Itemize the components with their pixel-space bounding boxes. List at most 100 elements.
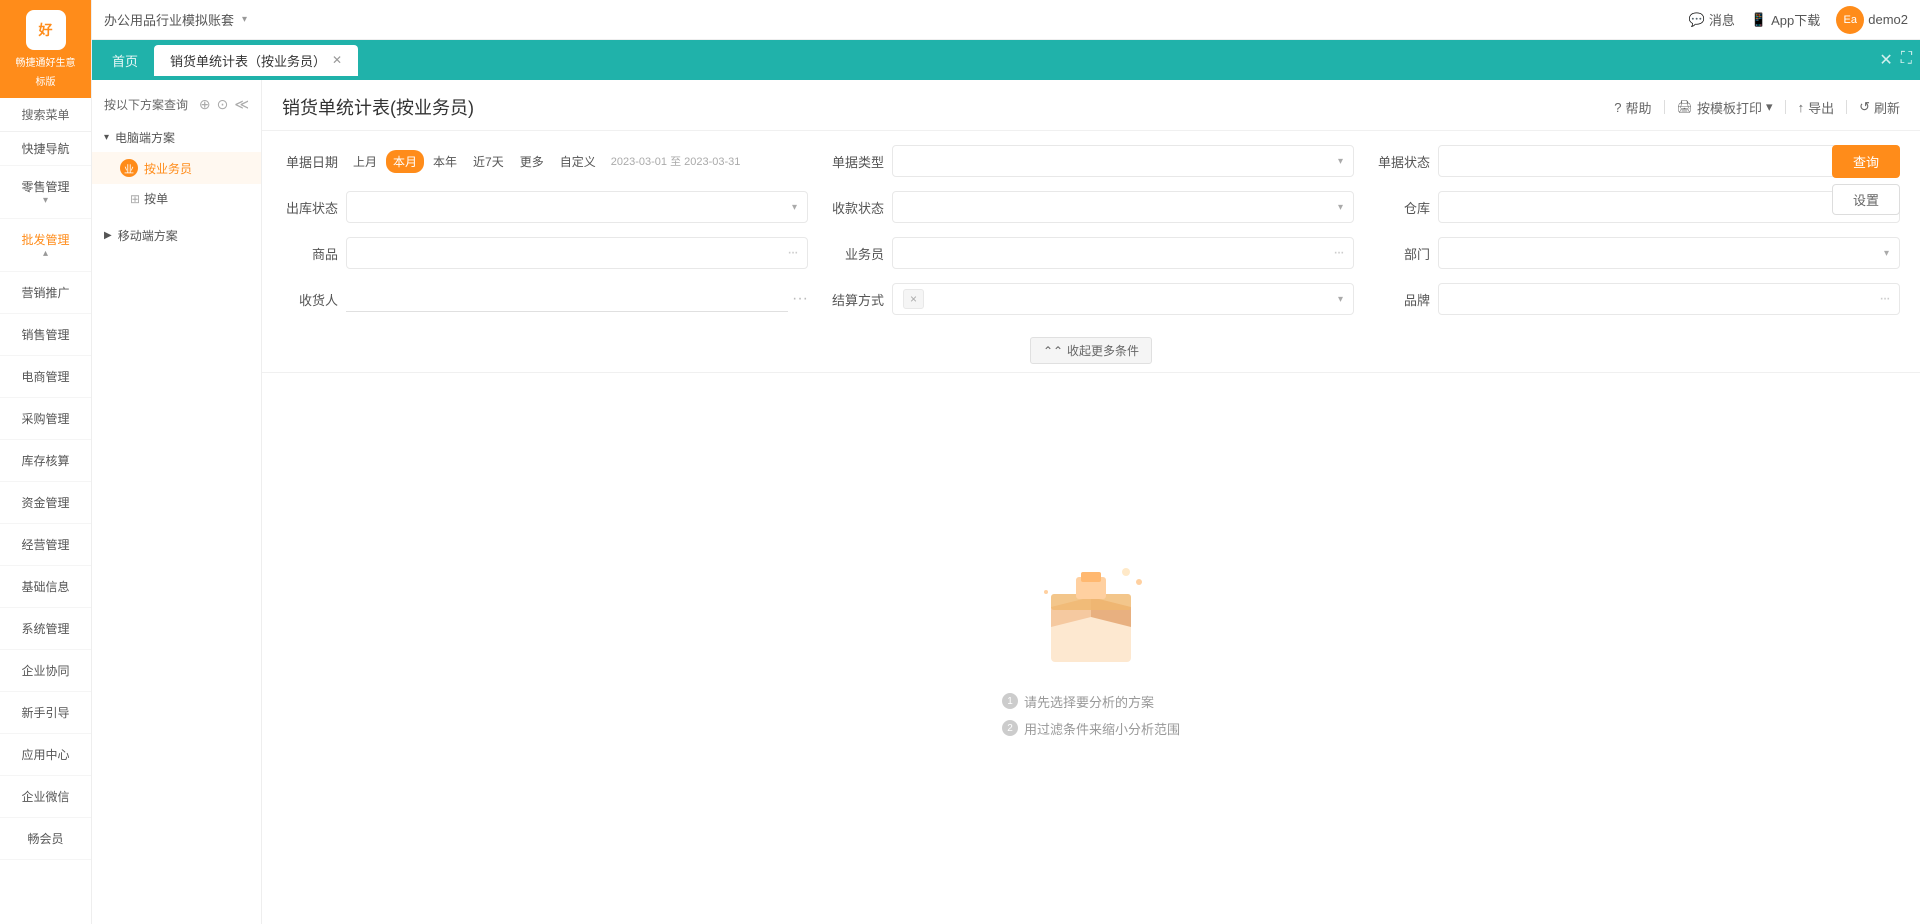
consignee-control[interactable] — [346, 287, 788, 312]
sidebar-item-sales[interactable]: 销售管理 — [0, 314, 91, 356]
main-area: 办公用品行业模拟账套 ▾ 💬 消息 📱 App下载 Ea demo2 首页 销货… — [92, 0, 1920, 924]
receipt-status-label: 收款状态 — [828, 198, 884, 217]
date-opt-last7[interactable]: 近7天 — [466, 150, 511, 173]
export-button[interactable]: ↑ 导出 — [1798, 98, 1835, 117]
sidebar-item-finance[interactable]: 资金管理 — [0, 482, 91, 524]
collapse-bar: ⌃⌃ 收起更多条件 — [262, 329, 1920, 373]
collapse-conditions-button[interactable]: ⌃⌃ 收起更多条件 — [1030, 337, 1152, 364]
search-menu-label[interactable]: 搜索菜单 — [6, 106, 85, 123]
sidebar-item-enterprise[interactable]: 企业协同 — [0, 650, 91, 692]
payment-label: 结算方式 — [828, 290, 884, 309]
dept-filter-item: 部门 ▾ — [1374, 237, 1900, 269]
date-opt-more[interactable]: 更多 — [513, 150, 551, 173]
salesman-filter-item: 业务员 ··· — [828, 237, 1354, 269]
sidebar-item-ecommerce[interactable]: 电商管理 — [0, 356, 91, 398]
sidebar-item-operation[interactable]: 经营管理 — [0, 524, 91, 566]
empty-svg — [1031, 552, 1151, 672]
salesman-control[interactable]: ··· — [892, 237, 1354, 269]
tab-sales-stat[interactable]: 销货单统计表（按业务员） ✕ — [154, 45, 358, 76]
export-label: 导出 — [1808, 98, 1834, 117]
topbar-left: 办公用品行业模拟账套 ▾ — [104, 10, 247, 29]
receipt-status-control[interactable]: ▾ — [892, 191, 1354, 223]
tab-home[interactable]: 首页 — [100, 45, 150, 76]
pc-plan-group-header[interactable]: ▾ 电脑端方案 — [92, 123, 261, 152]
settings-button[interactable]: 设置 — [1832, 184, 1900, 215]
sidebar-item-purchase[interactable]: 采购管理 — [0, 398, 91, 440]
payment-select[interactable]: × ▾ — [892, 283, 1354, 315]
payment-tag-clear-icon[interactable]: × — [910, 292, 917, 306]
date-opt-last-month[interactable]: 上月 — [346, 150, 384, 173]
app-download-button[interactable]: 📱 App下载 — [1751, 10, 1820, 29]
doc-status-control[interactable]: ▾ — [1438, 145, 1900, 177]
sidebar-item-basic[interactable]: 基础信息 — [0, 566, 91, 608]
sidebar-item-retail[interactable]: 零售管理 ▾ — [0, 166, 91, 219]
dept-control[interactable]: ▾ — [1438, 237, 1900, 269]
left-panel-title: 按以下方案查询 — [104, 96, 188, 113]
brand-select[interactable]: ··· — [1438, 283, 1900, 315]
receipt-status-select[interactable]: ▾ — [892, 191, 1354, 223]
goods-control[interactable]: ··· — [346, 237, 808, 269]
empty-illustration — [1031, 552, 1151, 672]
date-opt-custom[interactable]: 自定义 — [553, 150, 603, 173]
user-profile[interactable]: Ea demo2 — [1836, 6, 1908, 34]
breadcrumb-dropdown-icon[interactable]: ▾ — [242, 14, 247, 25]
sidebar-item-inventory[interactable]: 库存核算 — [0, 440, 91, 482]
consignee-label: 收货人 — [282, 290, 338, 309]
tab-sales-stat-label: 销货单统计表（按业务员） — [170, 51, 326, 70]
print-label: 按模板打印 — [1697, 98, 1762, 117]
doc-type-filter-item: 单据类型 ▾ — [828, 145, 1354, 177]
sidebar-item-newguide[interactable]: 新手引导 — [0, 692, 91, 734]
dept-label: 部门 — [1374, 244, 1430, 263]
sidebar-item-appcenter[interactable]: 应用中心 — [0, 734, 91, 776]
left-panel: 按以下方案查询 ⊕ ⊙ ≪ ▾ 电脑端方案 业 按业务员 ⊞ — [92, 80, 262, 924]
sidebar-item-member[interactable]: 畅会员 — [0, 818, 91, 860]
tab-close-window-icon[interactable]: ✕ — [1879, 50, 1892, 70]
warehouse-control[interactable]: ··· — [1438, 191, 1900, 223]
order-plan-icon: ⊞ — [130, 192, 140, 206]
dept-select[interactable]: ▾ — [1438, 237, 1900, 269]
add-plan-icon[interactable]: ⊕ — [199, 96, 211, 113]
sidebar-item-system[interactable]: 系统管理 — [0, 608, 91, 650]
doc-type-select[interactable]: ▾ — [892, 145, 1354, 177]
sidebar-item-marketing[interactable]: 营销推广 — [0, 272, 91, 314]
consignee-dots-icon[interactable]: ··· — [792, 290, 808, 308]
plan-item-by-order[interactable]: ⊞ 按单 — [92, 184, 261, 213]
doc-status-select[interactable]: ▾ — [1438, 145, 1900, 177]
warehouse-select[interactable]: ··· — [1438, 191, 1900, 223]
date-opt-this-year[interactable]: 本年 — [426, 150, 464, 173]
quick-nav[interactable]: 快捷导航 — [0, 132, 91, 166]
collapse-panel-icon[interactable]: ≪ — [234, 96, 249, 113]
date-filter-control: 上月 本月 本年 近7天 更多 自定义 2023-03-01 至 2023-03… — [346, 150, 808, 173]
action-separator-2 — [1785, 100, 1786, 114]
query-button[interactable]: 查询 — [1832, 145, 1900, 178]
out-status-select[interactable]: ▾ — [346, 191, 808, 223]
help-button[interactable]: ? 帮助 — [1614, 98, 1651, 117]
payment-control[interactable]: × ▾ — [892, 283, 1354, 315]
empty-hint-1: 1 请先选择要分析的方案 — [1002, 692, 1180, 711]
brand-control[interactable]: ··· — [1438, 283, 1900, 315]
consignee-input[interactable] — [346, 287, 788, 312]
mobile-plan-label: 移动端方案 — [118, 227, 178, 244]
page-actions: ? 帮助 🖨 按模板打印 ▾ ↑ 导出 — [1614, 98, 1900, 117]
settings-plan-icon[interactable]: ⊙ — [217, 96, 229, 113]
print-button[interactable]: 🖨 按模板打印 ▾ — [1677, 98, 1773, 117]
message-button[interactable]: 💬 消息 — [1689, 10, 1735, 29]
print-icon: 🖨 — [1677, 99, 1694, 115]
search-menu[interactable]: 搜索菜单 — [0, 98, 91, 132]
plan-item-by-salesman[interactable]: 业 按业务员 — [92, 152, 261, 184]
filter-container: 单据日期 上月 本月 本年 近7天 更多 自定义 2023-03-01 至 20… — [262, 131, 1920, 329]
sidebar-item-wholesale[interactable]: 批发管理 ▴ — [0, 219, 91, 272]
tab-maximize-icon[interactable]: ⛶ — [1901, 50, 1912, 70]
doc-type-control[interactable]: ▾ — [892, 145, 1354, 177]
date-opt-this-month[interactable]: 本月 — [386, 150, 424, 173]
salesman-select[interactable]: ··· — [892, 237, 1354, 269]
out-status-control[interactable]: ▾ — [346, 191, 808, 223]
goods-select[interactable]: ··· — [346, 237, 808, 269]
sidebar-item-corpwx[interactable]: 企业微信 — [0, 776, 91, 818]
payment-filter-item: 结算方式 × ▾ — [828, 283, 1354, 315]
doc-type-label: 单据类型 — [828, 152, 884, 171]
tab-close-icon[interactable]: ✕ — [332, 53, 342, 67]
tabbar: 首页 销货单统计表（按业务员） ✕ ✕ ⛶ — [92, 40, 1920, 80]
mobile-plan-group-header[interactable]: ▶ 移动端方案 — [92, 221, 261, 250]
refresh-button[interactable]: ↺ 刷新 — [1859, 98, 1900, 117]
